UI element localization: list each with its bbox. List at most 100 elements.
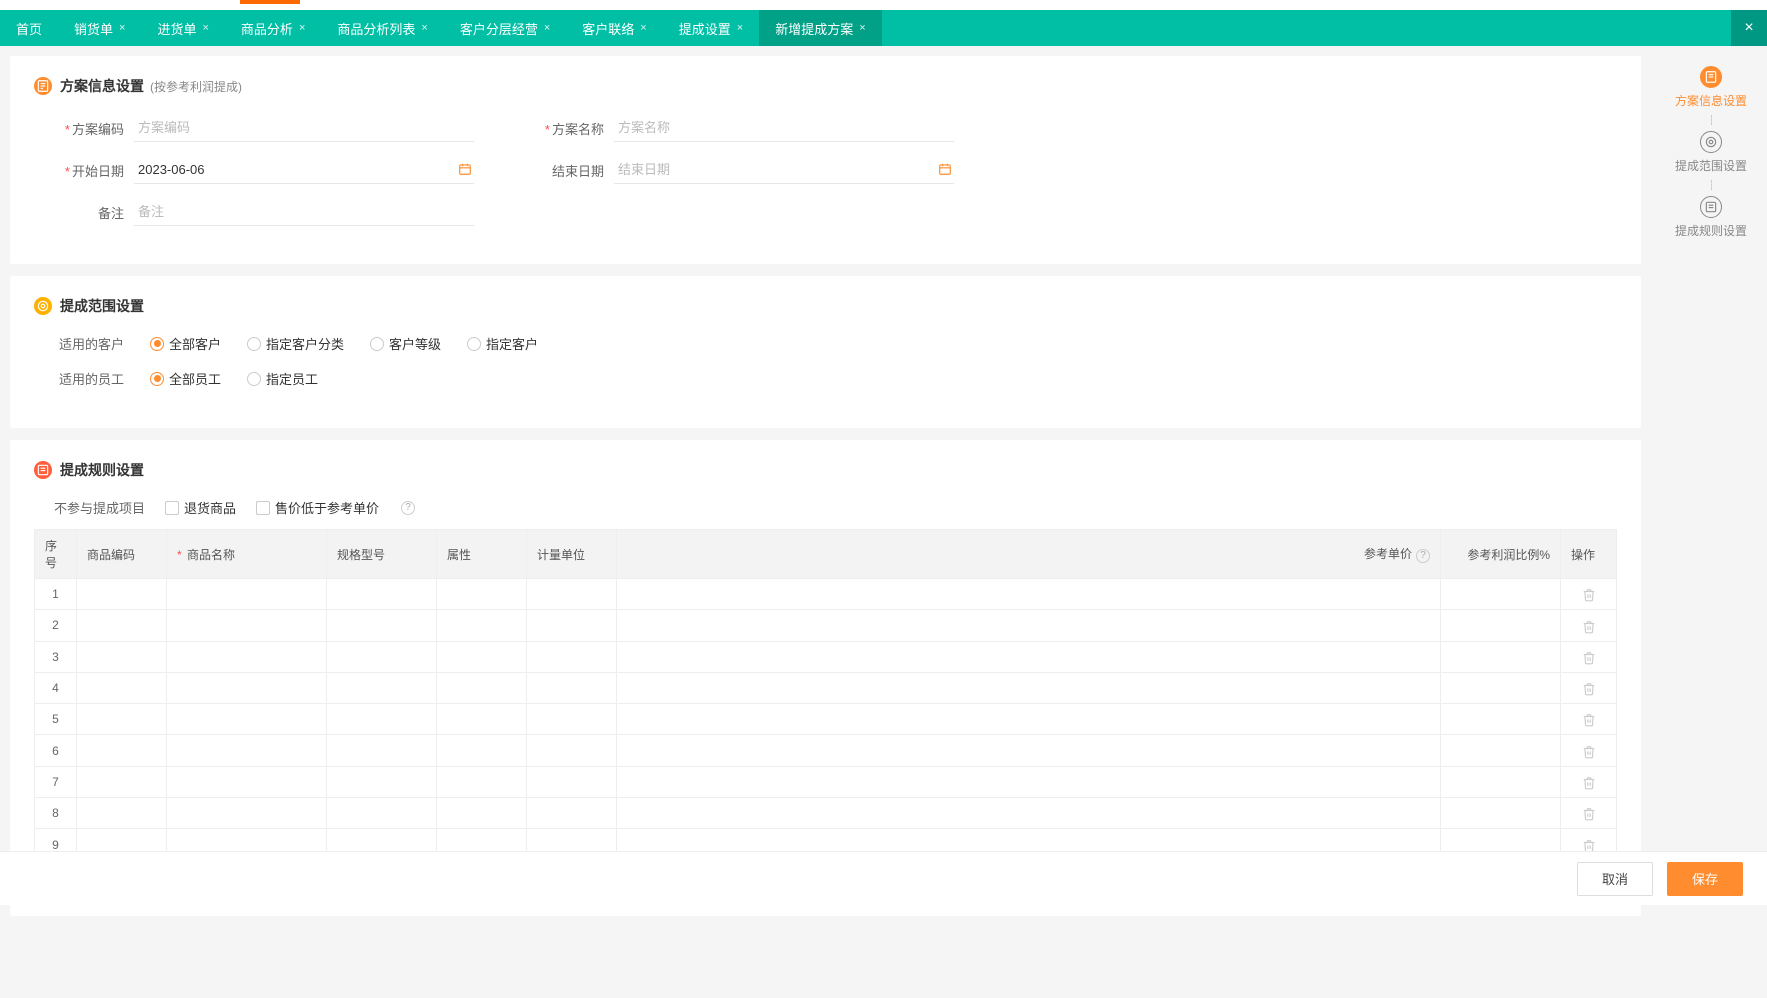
step-label: 方案信息设置 <box>1675 92 1747 109</box>
save-button[interactable]: 保存 <box>1667 862 1743 896</box>
tab-提成设置[interactable]: 提成设置 × <box>663 10 759 46</box>
delete-icon[interactable] <box>1582 680 1596 696</box>
radio-label: 指定客户分类 <box>266 334 344 353</box>
start-date-input[interactable] <box>134 156 474 184</box>
radio-dot-icon <box>150 337 164 351</box>
employee-radio-指定员工[interactable]: 指定员工 <box>247 369 318 388</box>
end-date-label: 结束日期 <box>552 164 604 179</box>
cancel-button[interactable]: 取消 <box>1577 862 1653 896</box>
radio-label: 全部员工 <box>169 369 221 388</box>
col-参考单价: 参考单价? <box>617 530 1441 579</box>
row-index: 1 <box>35 579 77 610</box>
tab-close-icon[interactable]: × <box>640 22 646 34</box>
step-icon <box>1700 66 1722 88</box>
anchor-step-2[interactable]: 提成规则设置 <box>1675 196 1747 239</box>
delete-icon[interactable] <box>1582 836 1596 852</box>
table-row[interactable]: 5 <box>35 704 1617 735</box>
col-参考利润比例%: 参考利润比例% <box>1441 530 1561 579</box>
radio-label: 指定客户 <box>486 334 538 353</box>
table-row[interactable]: 3 <box>35 641 1617 672</box>
table-row[interactable]: 4 <box>35 672 1617 703</box>
tab-进货单[interactable]: 进货单 × <box>141 10 224 46</box>
step-label: 提成规则设置 <box>1675 222 1747 239</box>
tab-label: 销货单 <box>74 19 113 38</box>
main-tabs-bar: 首页销货单×进货单×商品分析×商品分析列表×客户分层经营×客户联络×提成设置×新… <box>0 10 1767 46</box>
delete-icon[interactable] <box>1582 586 1596 602</box>
tab-新增提成方案[interactable]: 新增提成方案 × <box>759 10 881 46</box>
plan-code-label: 方案编码 <box>72 122 124 137</box>
section-title: 提成范围设置 <box>60 296 144 316</box>
tab-客户分层经营[interactable]: 客户分层经营 × <box>444 10 566 46</box>
remark-label: 备注 <box>98 206 124 221</box>
close-all-tabs-button[interactable]: × <box>1731 10 1767 46</box>
radio-dot-icon <box>370 337 384 351</box>
tab-商品分析列表[interactable]: 商品分析列表× <box>321 10 443 46</box>
section-commission-rules: 提成规则设置 不参与提成项目 退货商品售价低于参考单价? 序号商品编码* 商品名… <box>10 440 1641 916</box>
delete-icon[interactable] <box>1582 742 1596 758</box>
exclude-checkbox-0[interactable]: 退货商品 <box>165 498 236 517</box>
customer-radio-指定客户[interactable]: 指定客户 <box>467 334 538 353</box>
tab-销货单[interactable]: 销货单 × <box>58 10 141 46</box>
col-商品编码: 商品编码 <box>77 530 167 579</box>
table-row[interactable]: 7 <box>35 766 1617 797</box>
help-icon[interactable]: ? <box>1416 549 1430 563</box>
customer-group-label: 适用的客户 <box>54 334 124 353</box>
radio-dot-icon <box>467 337 481 351</box>
exclude-checkbox-1[interactable]: 售价低于参考单价 <box>256 498 379 517</box>
col-操作: 操作 <box>1561 530 1617 579</box>
tab-close-icon[interactable]: × <box>544 22 550 34</box>
row-index: 5 <box>35 704 77 735</box>
row-index: 3 <box>35 641 77 672</box>
customer-radio-客户等级[interactable]: 客户等级 <box>370 334 441 353</box>
col-序号: 序号 <box>35 530 77 579</box>
plan-name-input[interactable] <box>614 114 954 142</box>
delete-icon[interactable] <box>1582 805 1596 821</box>
row-index: 8 <box>35 798 77 829</box>
col-商品名称: * 商品名称 <box>167 530 327 579</box>
tab-label: 客户分层经营 <box>460 19 538 38</box>
row-index: 2 <box>35 610 77 641</box>
anchor-step-0[interactable]: 方案信息设置 <box>1675 66 1747 109</box>
tab-close-icon[interactable]: × <box>859 22 865 34</box>
delete-icon[interactable] <box>1582 617 1596 633</box>
anchor-step-1[interactable]: 提成范围设置 <box>1675 131 1747 174</box>
customer-radio-全部客户[interactable]: 全部客户 <box>150 334 221 353</box>
tab-close-icon[interactable]: × <box>421 22 427 34</box>
tab-label: 首页 <box>16 19 42 38</box>
remark-input[interactable] <box>134 198 474 226</box>
section-commission-scope: 提成范围设置 适用的客户 全部客户指定客户分类客户等级指定客户 适用的员工 全部… <box>10 276 1641 428</box>
tab-首页[interactable]: 首页 <box>0 10 58 46</box>
col-属性: 属性 <box>437 530 527 579</box>
section-plan-info: 方案信息设置 (按参考利润提成) *方案编码 *方案名称 *开始日期 <box>10 56 1641 264</box>
tab-close-icon[interactable]: × <box>119 22 125 34</box>
plan-code-input[interactable] <box>134 114 474 142</box>
customer-radio-指定客户分类[interactable]: 指定客户分类 <box>247 334 344 353</box>
tab-商品分析[interactable]: 商品分析× <box>225 10 321 46</box>
table-row[interactable]: 6 <box>35 735 1617 766</box>
section-icon <box>34 297 52 315</box>
radio-dot-icon <box>247 372 261 386</box>
employee-radio-group: 适用的员工 全部员工指定员工 <box>34 369 1617 388</box>
table-row[interactable]: 1 <box>35 579 1617 610</box>
footer-action-bar: 取消 保存 <box>0 851 1767 905</box>
col-计量单位: 计量单位 <box>527 530 617 579</box>
table-row[interactable]: 8 <box>35 798 1617 829</box>
row-index: 4 <box>35 672 77 703</box>
delete-icon[interactable] <box>1582 774 1596 790</box>
step-icon <box>1700 131 1722 153</box>
employee-radio-全部员工[interactable]: 全部员工 <box>150 369 221 388</box>
tab-label: 进货单 <box>157 19 196 38</box>
tab-客户联络[interactable]: 客户联络× <box>566 10 662 46</box>
table-row[interactable]: 2 <box>35 610 1617 641</box>
plan-name-label: 方案名称 <box>552 122 604 137</box>
help-icon[interactable]: ? <box>401 501 415 515</box>
delete-icon[interactable] <box>1582 711 1596 727</box>
tab-label: 新增提成方案 <box>775 19 853 38</box>
tab-label: 提成设置 <box>679 19 731 38</box>
end-date-input[interactable] <box>614 156 954 184</box>
step-label: 提成范围设置 <box>1675 157 1747 174</box>
tab-close-icon[interactable]: × <box>737 22 743 34</box>
delete-icon[interactable] <box>1582 649 1596 665</box>
tab-close-icon[interactable]: × <box>299 22 305 34</box>
tab-close-icon[interactable]: × <box>202 22 208 34</box>
